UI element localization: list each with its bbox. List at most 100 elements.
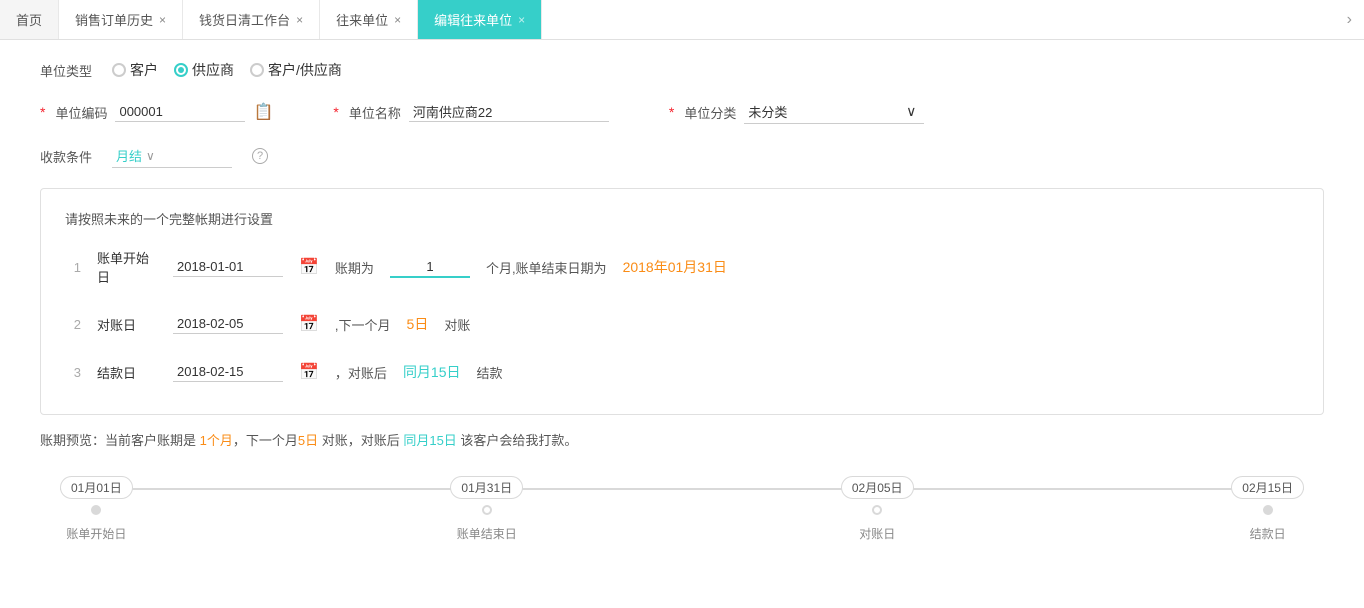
radio-supplier-label: 供应商	[192, 60, 234, 80]
payment-terms-value: 月结	[116, 146, 142, 165]
radio-both-label: 客户/供应商	[268, 60, 342, 80]
tab-bar: 首页 销售订单历史 × 钱货日清工作台 × 往来单位 × 编辑往来单位 × ›	[0, 0, 1364, 40]
preview-label: 账期预览：当前客户账期是	[40, 433, 200, 448]
unit-name-star: *	[333, 104, 338, 120]
setting-row-2: 2 对账日 📅 ,下一个月 5日 对账	[65, 314, 1299, 334]
preview-next-day: 5日	[298, 433, 318, 448]
unit-info-row: * 单位编码 📋 * 单位名称 * 单位分类 未分类 ∨	[40, 100, 1324, 124]
timeline-points: 01月01日 账单开始日 01月31日 账单结束日 02月05日 对账日 02月…	[60, 476, 1304, 542]
unit-type-label: 单位类型	[40, 61, 92, 80]
preview-section: 账期预览：当前客户账期是 1个月，下一个月5日 对账，对账后 同月15日 该客户…	[40, 431, 1324, 452]
tab-more-button[interactable]: ›	[1335, 0, 1364, 39]
unit-category-select[interactable]: 未分类 ∨	[744, 100, 924, 124]
unit-category-value: 未分类	[748, 102, 787, 121]
tab-sales-history-close[interactable]: ×	[159, 13, 166, 27]
tab-edit-partner-label: 编辑往来单位	[434, 10, 512, 29]
reconcile-prefix: ,下一个月	[335, 315, 391, 334]
timeline: 01月01日 账单开始日 01月31日 账单结束日 02月05日 对账日 02月…	[40, 476, 1324, 542]
unit-name-field: * 单位名称	[333, 102, 608, 122]
preview-same-month: 同月15日	[403, 433, 456, 448]
timeline-badge-1: 01月01日	[60, 476, 133, 499]
tab-cash-work-label: 钱货日清工作台	[199, 10, 290, 29]
timeline-point-2: 01月31日 账单结束日	[450, 476, 523, 542]
tab-edit-partner-close[interactable]: ×	[518, 13, 525, 27]
unit-category-label: 单位分类	[684, 103, 736, 122]
payment-terms-select[interactable]: 月结 ∨	[112, 144, 232, 168]
payment-day: 同月15日	[403, 362, 461, 382]
payment-terms-label: 收款条件	[40, 147, 92, 166]
category-chevron-icon: ∨	[906, 103, 916, 120]
radio-customer-label: 客户	[130, 60, 158, 80]
tab-home-label: 首页	[16, 10, 42, 29]
tab-home[interactable]: 首页	[0, 0, 59, 39]
period-label: 账期为	[335, 258, 374, 277]
timeline-point-3: 02月05日 对账日	[841, 476, 914, 542]
timeline-label-3: 对账日	[859, 525, 895, 542]
row-type-2: 对账日	[97, 315, 157, 334]
payment-terms-chevron-icon: ∨	[146, 149, 155, 163]
unit-category-star: *	[669, 104, 674, 120]
reconcile-date-input[interactable]	[173, 314, 283, 334]
row-type-1: 账单开始日	[97, 248, 157, 286]
unit-type-row: 单位类型 客户 供应商 客户/供应商	[40, 60, 1324, 80]
period-unit-text: 个月,账单结束日期为	[486, 258, 607, 277]
radio-both-circle	[250, 63, 264, 77]
unit-name-input[interactable]	[409, 102, 609, 122]
radio-supplier[interactable]: 供应商	[174, 60, 234, 80]
tab-cash-work[interactable]: 钱货日清工作台 ×	[183, 0, 320, 39]
unit-code-input[interactable]	[115, 102, 245, 122]
row-num-1: 1	[65, 260, 81, 275]
timeline-label-1: 账单开始日	[66, 525, 126, 542]
unit-code-label: 单位编码	[55, 103, 107, 122]
period-end-date: 2018年01月31日	[623, 257, 727, 277]
unit-code-icon[interactable]: 📋	[253, 102, 273, 122]
payment-suffix: 结款	[477, 363, 503, 382]
setting-row-3: 3 结款日 📅 ，对账后 同月15日 结款	[65, 362, 1299, 382]
unit-code-field: * 单位编码 📋	[40, 102, 273, 122]
tab-partner-close[interactable]: ×	[394, 13, 401, 27]
preview-mid1: ，下一个月	[233, 433, 298, 448]
tab-partner-label: 往来单位	[336, 10, 388, 29]
unit-category-field: * 单位分类 未分类 ∨	[669, 100, 924, 124]
reconcile-suffix: 对账	[444, 315, 470, 334]
payment-terms-row: 收款条件 月结 ∨ ?	[40, 144, 1324, 168]
row-num-2: 2	[65, 317, 81, 332]
unit-code-star: *	[40, 104, 45, 120]
radio-customer[interactable]: 客户	[112, 60, 158, 80]
timeline-dot-1	[91, 505, 101, 515]
timeline-badge-2: 01月31日	[450, 476, 523, 499]
radio-both[interactable]: 客户/供应商	[250, 60, 342, 80]
payment-date-cal-icon[interactable]: 📅	[299, 362, 319, 382]
unit-name-label: 单位名称	[349, 103, 401, 122]
settings-box: 请按照未来的一个完整帐期进行设置 1 账单开始日 📅 账期为 个月,账单结束日期…	[40, 188, 1324, 415]
period-months-input[interactable]	[390, 257, 470, 278]
start-date-input[interactable]	[173, 257, 283, 277]
preview-end: 该客户会给我打款。	[457, 433, 578, 448]
timeline-point-1: 01月01日 账单开始日	[60, 476, 133, 542]
setting-row-1: 1 账单开始日 📅 账期为 个月,账单结束日期为 2018年01月31日	[65, 248, 1299, 286]
payment-prefix: ，对账后	[335, 363, 387, 382]
payment-date-input[interactable]	[173, 362, 283, 382]
timeline-point-4: 02月15日 结款日	[1231, 476, 1304, 542]
timeline-label-2: 账单结束日	[457, 525, 517, 542]
reconcile-day: 5日	[407, 314, 429, 334]
row-type-3: 结款日	[97, 363, 157, 382]
start-date-cal-icon[interactable]: 📅	[299, 257, 319, 277]
timeline-dot-2	[482, 505, 492, 515]
reconcile-date-cal-icon[interactable]: 📅	[299, 314, 319, 334]
radio-group-unit-type: 客户 供应商 客户/供应商	[112, 60, 342, 80]
tab-partner[interactable]: 往来单位 ×	[320, 0, 418, 39]
radio-customer-circle	[112, 63, 126, 77]
help-icon[interactable]: ?	[252, 148, 268, 164]
preview-mid2: 对账，对账后	[318, 433, 403, 448]
timeline-dot-4	[1263, 505, 1273, 515]
tab-edit-partner[interactable]: 编辑往来单位 ×	[418, 0, 542, 39]
tab-sales-history-label: 销售订单历史	[75, 10, 153, 29]
tab-cash-work-close[interactable]: ×	[296, 13, 303, 27]
radio-supplier-circle	[174, 63, 188, 77]
timeline-badge-3: 02月05日	[841, 476, 914, 499]
settings-title: 请按照未来的一个完整帐期进行设置	[65, 209, 1299, 228]
main-content: 单位类型 客户 供应商 客户/供应商 * 单位编码 📋 * 单位名称	[0, 40, 1364, 608]
tab-sales-history[interactable]: 销售订单历史 ×	[59, 0, 183, 39]
timeline-badge-4: 02月15日	[1231, 476, 1304, 499]
